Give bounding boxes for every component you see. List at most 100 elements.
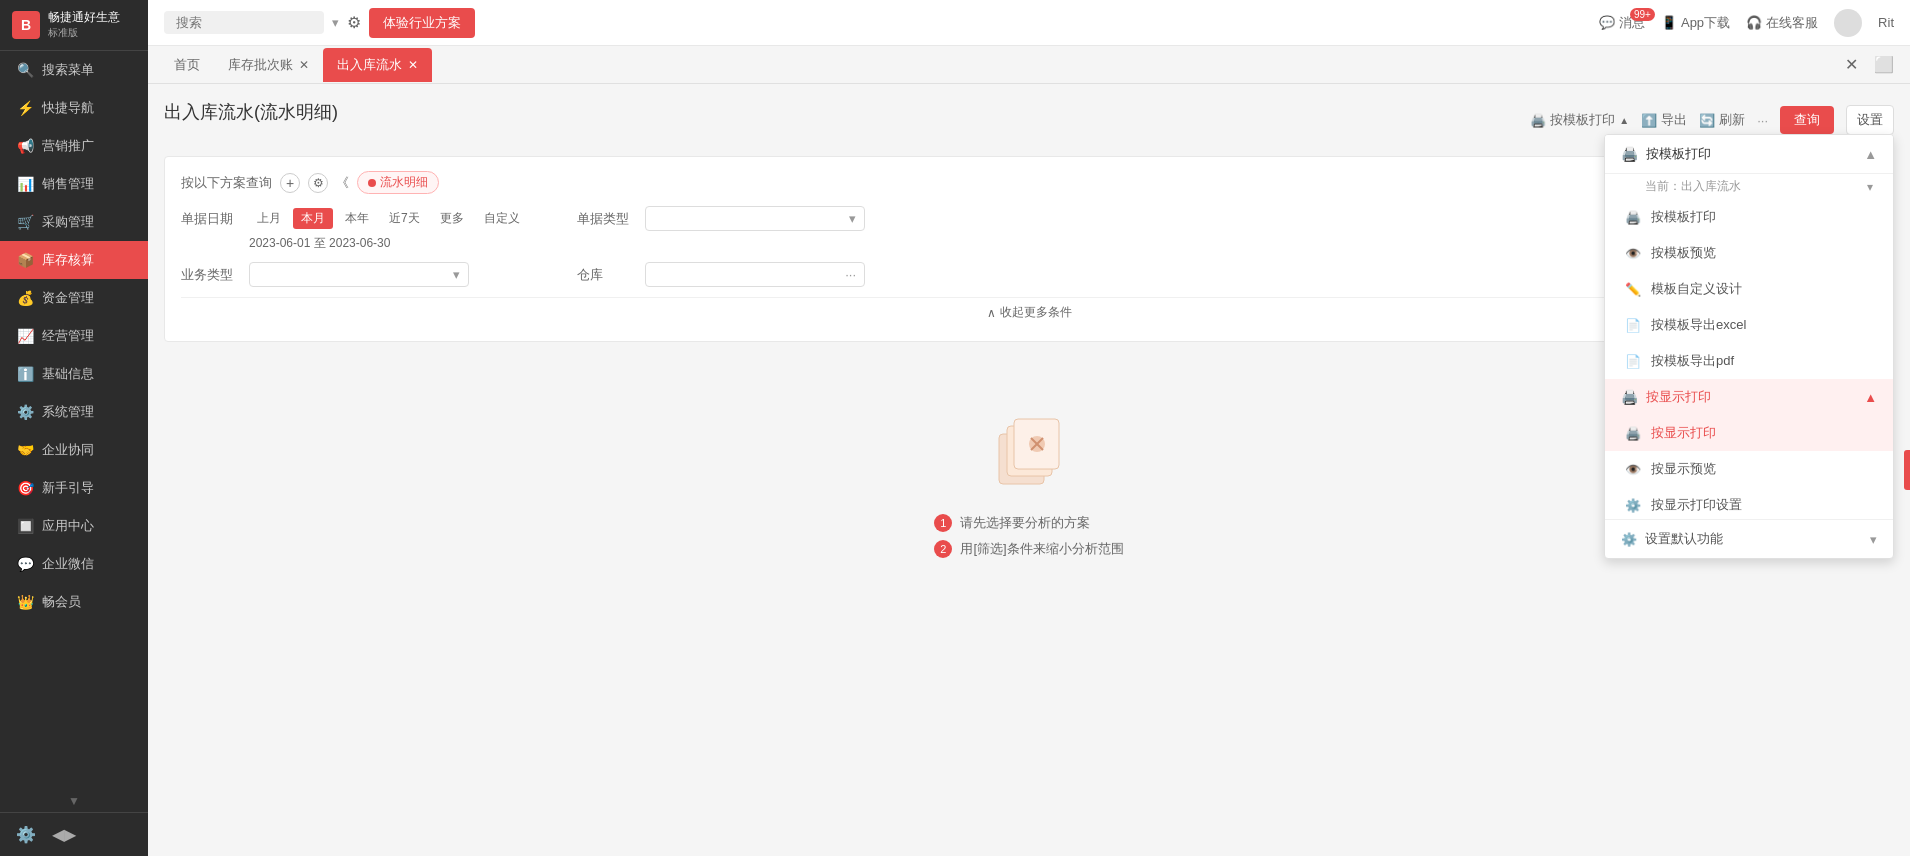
topbar-settings-icon[interactable]: ⚙	[347, 13, 361, 32]
settings-button[interactable]: 设置	[1846, 105, 1894, 135]
more-options-icon[interactable]: ···	[1757, 113, 1768, 128]
voucher-type-chevron-icon: ▾	[849, 211, 856, 226]
app-edition: 标准版	[48, 26, 120, 40]
set-default-function-button[interactable]: ⚙️ 设置默认功能	[1621, 530, 1723, 548]
sidebar-item-basic-info[interactable]: ℹ️ 基础信息	[0, 355, 148, 393]
page-title: 出入库流水(流水明细)	[164, 100, 338, 124]
date-tab-7days[interactable]: 近7天	[381, 208, 428, 229]
date-tab-more[interactable]: 更多	[432, 208, 472, 229]
dropdown-item-display-preview[interactable]: 👁️ 按显示预览	[1605, 451, 1893, 487]
search-input[interactable]	[164, 11, 324, 34]
print-template-button[interactable]: 🖨️ 按模板打印 ▲	[1530, 111, 1629, 129]
dropdown-header-arrow-icon[interactable]: ▲	[1864, 147, 1877, 162]
sidebar-item-label: 新手引导	[42, 479, 94, 497]
filter-collapse-icon[interactable]: 《	[336, 174, 349, 192]
business-type-select[interactable]: ​ ▾	[249, 262, 469, 287]
sidebar-item-label: 资金管理	[42, 289, 94, 307]
sidebar-item-operations[interactable]: 📈 经营管理	[0, 317, 148, 355]
marketing-icon: 📢	[16, 137, 34, 155]
warehouse-label: 仓库	[577, 266, 637, 284]
sidebar-item-quick-nav[interactable]: ⚡ 快捷导航	[0, 89, 148, 127]
tab-home[interactable]: 首页	[160, 48, 214, 82]
date-tab-last-month[interactable]: 上月	[249, 208, 289, 229]
filter-add-button[interactable]: +	[280, 173, 300, 193]
sidebar-item-sales[interactable]: 📊 销售管理	[0, 165, 148, 203]
query-button[interactable]: 查询	[1780, 106, 1834, 134]
sidebar-item-finance[interactable]: 💰 资金管理	[0, 279, 148, 317]
dropdown-item-template-preview[interactable]: 👁️ 按模板预览	[1605, 235, 1893, 271]
online-service-button[interactable]: 🎧 在线客服	[1746, 14, 1818, 32]
username-label: Rit	[1878, 15, 1894, 30]
voucher-type-select[interactable]: ​ ▾	[645, 206, 865, 231]
warehouse-select[interactable]: ​ ···	[645, 262, 865, 287]
empty-step-2: 2 用[筛选]条件来缩小分析范围	[934, 540, 1123, 558]
sidebar-item-search[interactable]: 🔍 搜索菜单	[0, 51, 148, 89]
export-icon: ⬆️	[1641, 113, 1657, 128]
sidebar-item-inventory[interactable]: 📦 库存核算	[0, 241, 148, 279]
step-1-number: 1	[934, 514, 952, 532]
sidebar: B 畅捷通好生意 标准版 🔍 搜索菜单 ⚡ 快捷导航 📢 营销推广 📊	[0, 0, 148, 856]
dropdown-item-display-print[interactable]: 🖨️ 按显示打印	[1605, 415, 1893, 451]
display-print-section-header[interactable]: 🖨️ 按显示打印 ▲	[1605, 379, 1893, 415]
dropdown-item-template-export-pdf[interactable]: 📄 按模板导出pdf	[1605, 343, 1893, 379]
sidebar-item-wechat[interactable]: 💬 企业微信	[0, 545, 148, 583]
date-tab-custom[interactable]: 自定义	[476, 208, 528, 229]
tab-batch-account[interactable]: 库存批次账 ✕	[214, 48, 323, 82]
date-tab-this-year[interactable]: 本年	[337, 208, 377, 229]
refresh-icon: 🔄	[1699, 113, 1715, 128]
sidebar-item-cooperation[interactable]: 🤝 企业协同	[0, 431, 148, 469]
dropdown-footer-arrow-icon: ▾	[1870, 532, 1877, 547]
collapse-up-icon: ∧	[987, 306, 996, 320]
business-type-chevron-icon: ▾	[453, 267, 460, 282]
inventory-icon: 📦	[16, 251, 34, 269]
date-tab-this-month[interactable]: 本月	[293, 208, 333, 229]
sidebar-item-app-center[interactable]: 🔲 应用中心	[0, 507, 148, 545]
sidebar-item-member[interactable]: 👑 畅会员	[0, 583, 148, 621]
tab-in-out-flow-close-icon[interactable]: ✕	[408, 58, 418, 72]
dropdown-item-label: 按模板导出pdf	[1651, 352, 1734, 370]
display-print-section-label: 按显示打印	[1646, 388, 1711, 406]
tab-maximize-button[interactable]: ⬜	[1870, 53, 1898, 76]
finance-icon: 💰	[16, 289, 34, 307]
trial-button[interactable]: 体验行业方案	[369, 8, 475, 38]
sidebar-item-purchase[interactable]: 🛒 采购管理	[0, 203, 148, 241]
dropdown-item-template-print[interactable]: 🖨️ 按模板打印	[1605, 199, 1893, 235]
dropdown-item-label: 按显示打印设置	[1651, 496, 1742, 514]
tab-batch-account-close-icon[interactable]: ✕	[299, 58, 309, 72]
sidebar-item-system[interactable]: ⚙️ 系统管理	[0, 393, 148, 431]
print-template-arrow-icon: ▲	[1619, 115, 1629, 126]
wechat-icon: 💬	[16, 555, 34, 573]
tab-minimize-button[interactable]: ✕	[1841, 53, 1862, 76]
sidebar-item-guide[interactable]: 🎯 新手引导	[0, 469, 148, 507]
right-panel-indicator[interactable]	[1904, 450, 1910, 490]
settings-icon[interactable]: ⚙️	[16, 825, 36, 844]
dropdown-item-display-print-settings[interactable]: ⚙️ 按显示打印设置	[1605, 487, 1893, 519]
user-avatar[interactable]	[1834, 9, 1862, 37]
current-label-arrow-icon: ▾	[1867, 180, 1873, 194]
app-brand-name: 畅捷通好生意	[48, 10, 120, 26]
sidebar-item-marketing[interactable]: 📢 营销推广	[0, 127, 148, 165]
filter-settings-button[interactable]: ⚙	[308, 173, 328, 193]
online-service-label: 在线客服	[1766, 14, 1818, 32]
tab-in-out-flow[interactable]: 出入库流水 ✕	[323, 48, 432, 82]
app-download-button[interactable]: 📱 App下载	[1661, 14, 1730, 32]
search-chevron-icon[interactable]: ▾	[332, 15, 339, 30]
refresh-button[interactable]: 🔄 刷新	[1699, 111, 1745, 129]
dropdown-item-template-export-excel[interactable]: 📄 按模板导出excel	[1605, 307, 1893, 343]
filter-collapse-label: 收起更多条件	[1000, 304, 1072, 321]
display-preview-icon: 👁️	[1625, 462, 1641, 477]
message-badge: 99+	[1630, 8, 1655, 21]
sidebar-item-label: 经营管理	[42, 327, 94, 345]
dropdown-header-title: 按模板打印	[1646, 145, 1711, 163]
template-preview-icon: 👁️	[1625, 246, 1641, 261]
message-button[interactable]: 💬 消息 99+	[1599, 14, 1645, 32]
tab-in-out-flow-label: 出入库流水	[337, 56, 402, 74]
basic-info-icon: ℹ️	[16, 365, 34, 383]
export-button[interactable]: ⬆️ 导出	[1641, 111, 1687, 129]
business-type-label: 业务类型	[181, 266, 241, 284]
collapse-sidebar-icon[interactable]: ◀▶	[52, 825, 76, 844]
print-dropdown-panel: 🖨️ 按模板打印 ▲ 当前：出入库流水 ▾ 🖨️ 按模板打印	[1604, 134, 1894, 559]
member-icon: 👑	[16, 593, 34, 611]
dropdown-item-template-custom[interactable]: ✏️ 模板自定义设计	[1605, 271, 1893, 307]
dropdown-print-icon: 🖨️	[1621, 146, 1638, 162]
